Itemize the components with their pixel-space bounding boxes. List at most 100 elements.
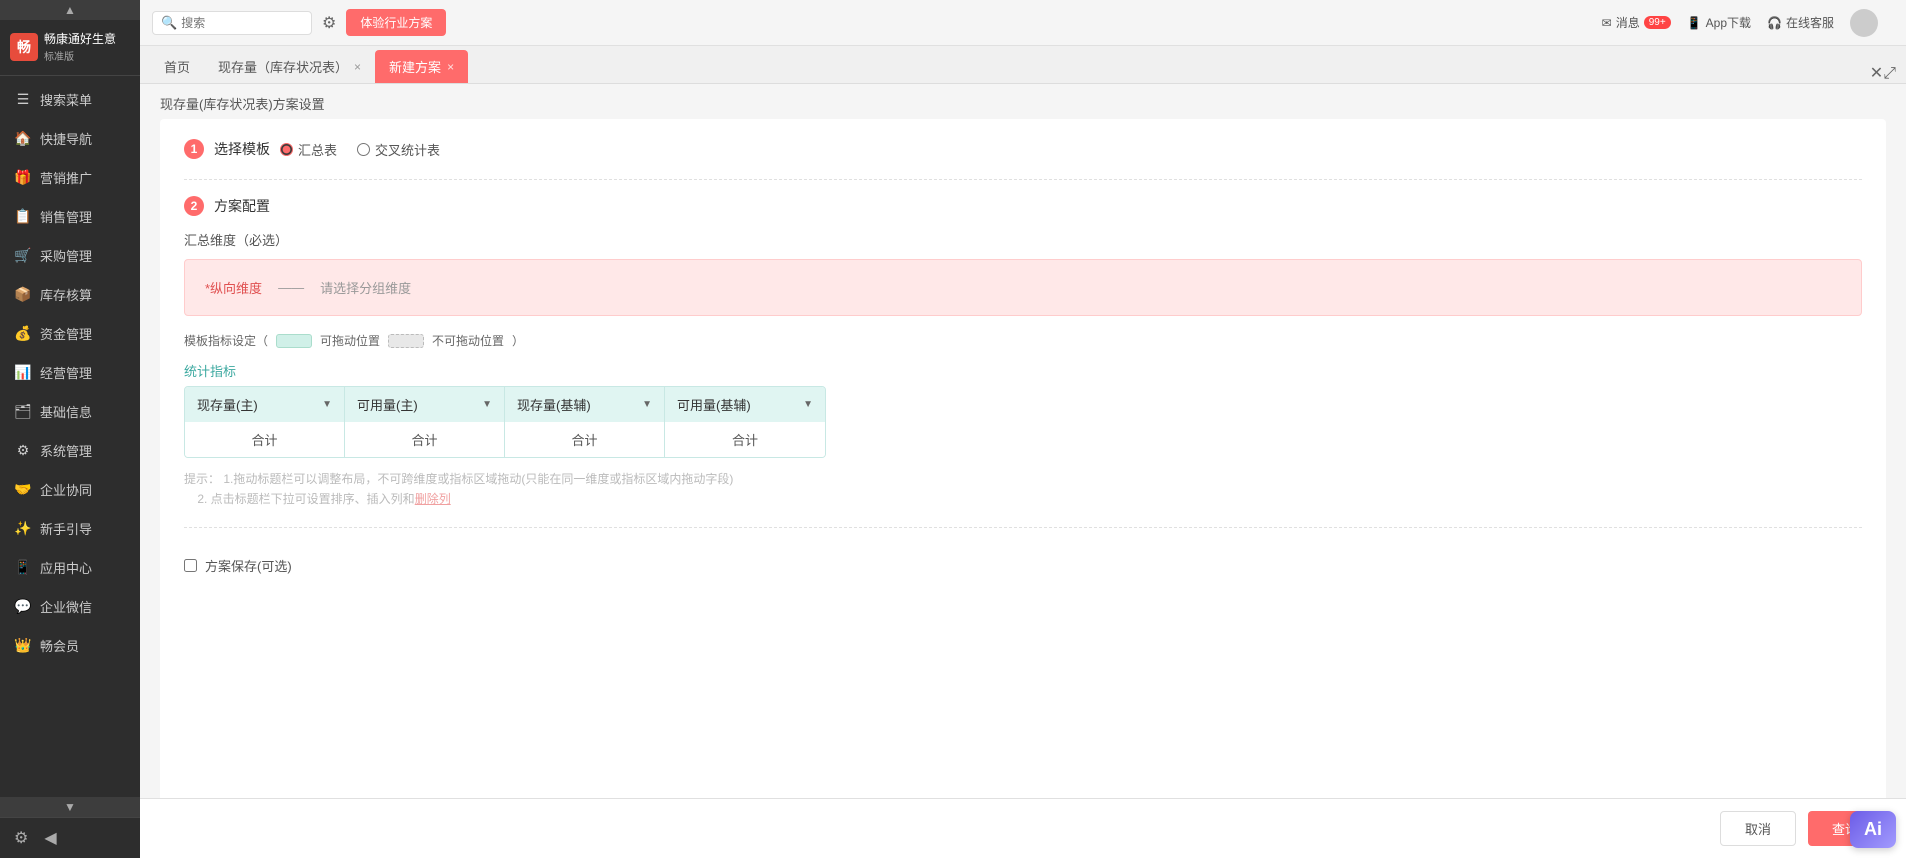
stats-col-header-3[interactable]: 可用量(基辅) ▼ — [665, 387, 825, 422]
step2-title: 方案配置 — [214, 196, 270, 216]
sidebar-item-label: 库存核算 — [40, 285, 92, 304]
stats-col-dropdown-0[interactable]: ▼ — [322, 399, 332, 410]
stats-col-label-1: 可用量(主) — [357, 395, 418, 414]
main-area: 🔍 ⚙ 体验行业方案 ✉ 消息 99+ 📱 App下载 🎧 在线客服 — [140, 0, 1906, 858]
sidebar-item-guide[interactable]: ✨ 新手引导 — [0, 509, 140, 548]
sidebar-item-cooperation[interactable]: 🤝 企业协同 — [0, 470, 140, 509]
collapse-icon[interactable]: ◀ — [44, 828, 56, 848]
tab-expand-btn[interactable]: ⤢ — [1883, 65, 1896, 83]
sidebar-item-operation[interactable]: 📊 经营管理 — [0, 353, 140, 392]
settings-icon[interactable]: ⚙ — [14, 828, 28, 848]
tab-new-plan[interactable]: 新建方案 × — [375, 50, 468, 83]
dimension-section-label: 汇总维度（必选） — [184, 230, 1862, 249]
stats-col-header-0[interactable]: 现存量(主) ▼ — [185, 387, 345, 422]
topbar-right: ✉ 消息 99+ 📱 App下载 🎧 在线客服 — [1602, 9, 1894, 37]
stats-col-header-2[interactable]: 现存量(基辅) ▼ — [505, 387, 665, 422]
app-download-btn[interactable]: 📱 App下载 — [1687, 14, 1751, 31]
stats-col-dropdown-2[interactable]: ▼ — [642, 399, 652, 410]
sidebar-item-label: 资金管理 — [40, 324, 92, 343]
tips-section: 提示： 1.拖动标题栏可以调整布局，不可跨维度或指标区域拖动(只能在同一维度或指… — [184, 470, 1862, 507]
wechat-icon: 💬 — [14, 597, 32, 615]
radio-cross[interactable]: 交叉统计表 — [357, 140, 440, 159]
messages-label: 消息 — [1616, 14, 1640, 31]
sidebar-item-basic-info[interactable]: 🗂 基础信息 — [0, 392, 140, 431]
operation-icon: 📊 — [14, 363, 32, 381]
member-icon: 👑 — [14, 636, 32, 654]
search-icon: 🔍 — [161, 15, 177, 31]
tab-home[interactable]: 首页 — [150, 50, 204, 83]
stats-section: 统计指标 现存量(主) ▼ 可用量(主) ▼ — [184, 361, 1862, 458]
step2-badge: 2 — [184, 196, 204, 216]
dimension-row[interactable]: *纵向维度 —— 请选择分组维度 — [184, 259, 1862, 316]
sidebar-item-label: 新手引导 — [40, 519, 92, 538]
sidebar-item-label: 经营管理 — [40, 363, 92, 382]
stats-col-dropdown-3[interactable]: ▼ — [803, 399, 813, 410]
cancel-button[interactable]: 取消 — [1720, 811, 1796, 846]
sidebar-item-label: 畅会员 — [40, 636, 79, 655]
tab-new-plan-close[interactable]: × — [447, 60, 454, 74]
online-service-label: 在线客服 — [1786, 14, 1834, 31]
topbar-gear-icon[interactable]: ⚙ — [322, 13, 336, 33]
sidebar-item-quick-nav[interactable]: 🏠 快捷导航 — [0, 119, 140, 158]
dimension-dash: —— — [278, 280, 304, 295]
user-avatar[interactable] — [1850, 9, 1878, 37]
ai-badge[interactable]: Ai — [1850, 811, 1896, 848]
messages-btn[interactable]: ✉ 消息 99+ — [1602, 14, 1671, 31]
tab-inventory-status-close[interactable]: × — [354, 60, 361, 74]
tip-delete-link[interactable]: 删除列 — [415, 492, 451, 506]
radio-summary-input[interactable] — [280, 143, 293, 156]
quick-nav-icon: 🏠 — [14, 129, 32, 147]
step2-header: 2 方案配置 — [184, 196, 1862, 216]
radio-cross-input[interactable] — [357, 143, 370, 156]
online-service-btn[interactable]: 🎧 在线客服 — [1767, 14, 1834, 31]
sidebar-item-system[interactable]: ⚙ 系统管理 — [0, 431, 140, 470]
messages-badge: 99+ — [1644, 16, 1671, 29]
dimension-placeholder: 请选择分组维度 — [320, 278, 411, 297]
topbar-search-box[interactable]: 🔍 — [152, 11, 312, 35]
sidebar-item-app-center[interactable]: 📱 应用中心 — [0, 548, 140, 587]
radio-cross-label: 交叉统计表 — [375, 140, 440, 159]
stats-col-header-1[interactable]: 可用量(主) ▼ — [345, 387, 505, 422]
guide-icon: ✨ — [14, 519, 32, 537]
save-checkbox[interactable] — [184, 559, 197, 572]
radio-summary-label: 汇总表 — [298, 140, 337, 159]
save-section: 方案保存(可选) — [184, 544, 1862, 579]
finance-icon: 💰 — [14, 324, 32, 342]
app-logo: 畅 畅康通好生意 标准版 — [0, 20, 140, 76]
sidebar-item-purchase[interactable]: 🛒 采购管理 — [0, 236, 140, 275]
footer-spacer — [184, 579, 1862, 639]
sidebar-item-sales[interactable]: 📋 销售管理 — [0, 197, 140, 236]
search-input[interactable] — [181, 16, 303, 30]
sidebar-nav: ☰ 搜索菜单 🏠 快捷导航 🎁 营销推广 📋 销售管理 🛒 采购管理 📦 库存核… — [0, 76, 140, 797]
radio-summary[interactable]: 汇总表 — [280, 140, 337, 159]
sidebar-item-label: 快捷导航 — [40, 129, 92, 148]
stats-table-header: 现存量(主) ▼ 可用量(主) ▼ 现存量(基辅) ▼ — [185, 387, 825, 422]
step-divider — [184, 179, 1862, 180]
stats-col-dropdown-1[interactable]: ▼ — [482, 399, 492, 410]
cooperation-icon: 🤝 — [14, 480, 32, 498]
tab-close-panel-btn[interactable]: ✕ — [1870, 63, 1883, 83]
stats-col-body-2: 合计 — [505, 422, 665, 457]
sales-icon: 📋 — [14, 207, 32, 225]
stats-col-body-0: 合计 — [185, 422, 345, 457]
headset-icon: 🎧 — [1767, 16, 1782, 30]
sidebar-item-search-menu[interactable]: ☰ 搜索菜单 — [0, 80, 140, 119]
tab-inventory-status-label: 现存量（库存状况表） — [218, 57, 348, 76]
legend-non-draggable-indicator — [388, 334, 424, 348]
sidebar-item-wechat[interactable]: 💬 企业微信 — [0, 587, 140, 626]
industry-btn[interactable]: 体验行业方案 — [346, 9, 446, 36]
sidebar-item-label: 系统管理 — [40, 441, 92, 460]
sidebar-item-finance[interactable]: 💰 资金管理 — [0, 314, 140, 353]
sidebar-scroll-up[interactable]: ▲ — [0, 0, 140, 20]
sidebar-scroll-down[interactable]: ▼ — [0, 797, 140, 817]
tab-inventory-status[interactable]: 现存量（库存状况表） × — [204, 50, 375, 83]
sidebar-item-member[interactable]: 👑 畅会员 — [0, 626, 140, 665]
step1-section: 1 选择模板 汇总表 交叉统计表 — [184, 139, 1862, 159]
system-icon: ⚙ — [14, 441, 32, 459]
sidebar-item-inventory[interactable]: 📦 库存核算 — [0, 275, 140, 314]
sidebar-item-label: 营销推广 — [40, 168, 92, 187]
stats-col-label-3: 可用量(基辅) — [677, 395, 751, 414]
stats-col-body-1: 合计 — [345, 422, 505, 457]
tip-2-text: 2. 点击标题栏下拉可设置排序、插入列和 — [184, 492, 415, 506]
sidebar-item-marketing[interactable]: 🎁 营销推广 — [0, 158, 140, 197]
